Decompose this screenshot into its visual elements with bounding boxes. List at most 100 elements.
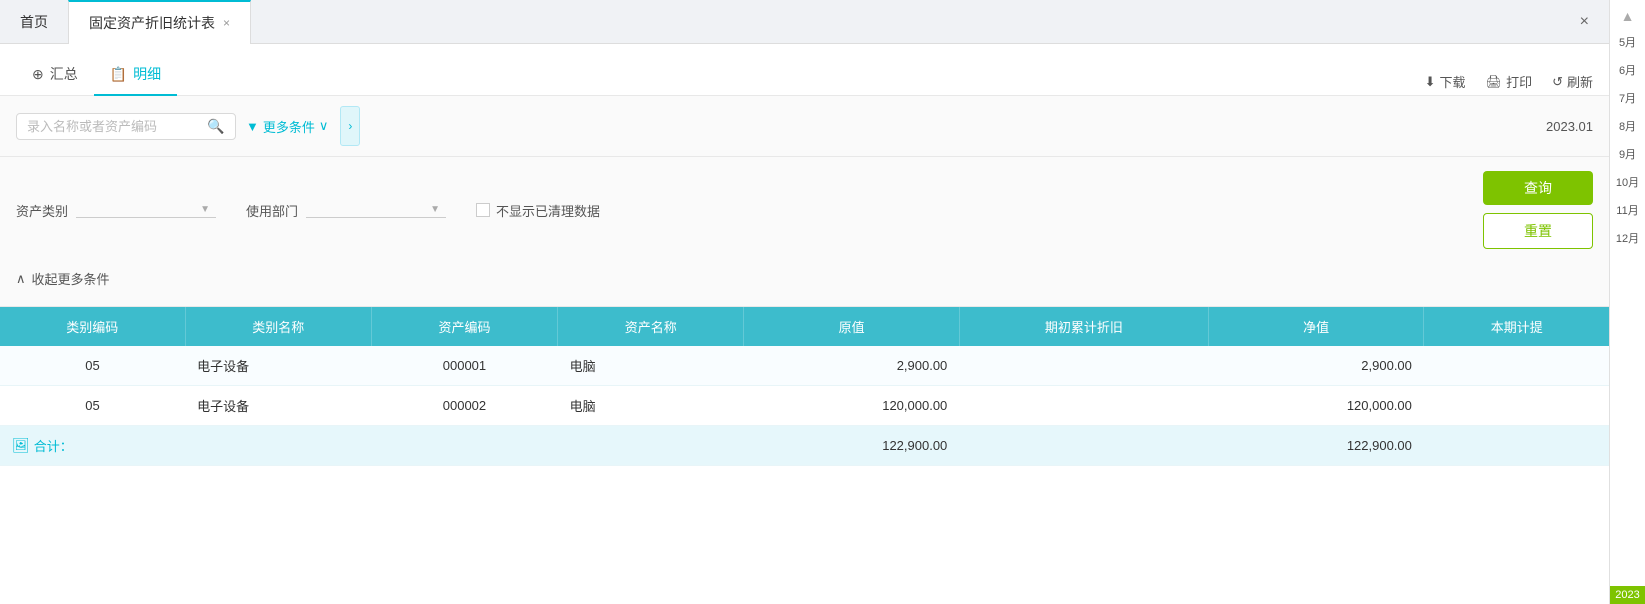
col-header-accum-depreciation: 期初累计折旧 — [959, 307, 1208, 346]
print-button[interactable]: 🖨 打印 — [1486, 72, 1533, 91]
advanced-filter: 资产类别 ▼ 使用部门 ▼ 不显示已清理数据 — [0, 157, 1609, 307]
content-card: ⊕ 汇总 📋 明细 ⬇ 下载 🖨 打印 ↺ 刷新 — [0, 44, 1609, 604]
total-row: 🖼 合计： 122,900.00 122,900.00 — [0, 426, 1609, 466]
tab-summary[interactable]: ⊕ 汇总 — [16, 54, 94, 96]
department-arrow: ▼ — [430, 204, 440, 215]
asset-category-arrow: ▼ — [200, 204, 210, 215]
table-wrap: 类别编码 类别名称 资产编码 资产名称 原值 期初累计折旧 净值 本期计提 05… — [0, 307, 1609, 604]
total-label-cell: 🖼 合计： — [0, 426, 371, 466]
sidebar-month-5[interactable]: 5月 — [1615, 28, 1640, 56]
col-header-category-name: 类别名称 — [185, 307, 371, 346]
cell-accum-dep-2 — [959, 386, 1208, 426]
total-icon: 🖼 — [12, 437, 30, 454]
search-input-wrap: 🔍 — [16, 113, 236, 140]
sidebar-month-11[interactable]: 11月 — [1612, 196, 1642, 224]
refresh-button[interactable]: ↺ 刷新 — [1552, 72, 1593, 91]
window-close-button[interactable]: × — [1580, 13, 1589, 31]
cell-accum-dep-1 — [959, 346, 1208, 386]
cell-current-prov-1 — [1424, 346, 1609, 386]
tab-detail-label: 明细 — [133, 64, 161, 84]
cell-original-value-2: 120,000.00 — [744, 386, 959, 426]
detail-icon: 📋 — [110, 66, 127, 83]
sidebar-nav-up[interactable]: ▲ — [1621, 8, 1635, 24]
hide-cleared-wrap: 不显示已清理数据 — [476, 201, 600, 220]
sidebar-month-10[interactable]: 10月 — [1612, 168, 1643, 196]
reset-button[interactable]: 重置 — [1483, 213, 1593, 249]
refresh-icon: ↺ — [1552, 74, 1563, 90]
sidebar-year-badge: 2023 — [1610, 586, 1645, 604]
asset-category-select[interactable]: ▼ — [76, 202, 216, 218]
asset-category-filter: 资产类别 ▼ — [16, 201, 216, 220]
sidebar-month-12[interactable]: 12月 — [1612, 224, 1643, 252]
chevron-down-icon: ∨ — [319, 118, 329, 134]
print-label: 打印 — [1506, 72, 1532, 91]
data-table: 类别编码 类别名称 资产编码 资产名称 原值 期初累计折旧 净值 本期计提 05… — [0, 307, 1609, 466]
total-current-prov — [1424, 426, 1609, 466]
total-net-value: 122,900.00 — [1208, 426, 1423, 466]
query-button[interactable]: 查询 — [1483, 171, 1593, 205]
expand-arrow-button[interactable]: › — [340, 106, 360, 146]
filter-bar: 🔍 ▼ 更多条件 ∨ › 2023.01 — [0, 96, 1609, 157]
collapse-label: 收起更多条件 — [32, 269, 110, 288]
tab-home[interactable]: 首页 — [0, 0, 68, 44]
summary-icon: ⊕ — [32, 66, 44, 83]
col-header-current-provision: 本期计提 — [1424, 307, 1609, 346]
tab-summary-label: 汇总 — [50, 64, 78, 84]
tab-active[interactable]: 固定资产折旧统计表 × — [68, 0, 251, 44]
print-icon: 🖨 — [1486, 74, 1503, 90]
total-label-text: 合计： — [34, 436, 73, 455]
sidebar-month-9[interactable]: 9月 — [1615, 140, 1640, 168]
collapse-up-icon: ∧ — [16, 271, 26, 287]
cell-category-name-1: 电子设备 — [185, 346, 371, 386]
hide-cleared-label: 不显示已清理数据 — [496, 201, 600, 220]
search-input[interactable] — [27, 119, 203, 134]
cell-asset-name-1: 电脑 — [558, 346, 744, 386]
department-select[interactable]: ▼ — [306, 202, 446, 218]
col-header-category-code: 类别编码 — [0, 307, 185, 346]
more-conditions-button[interactable]: ▼ 更多条件 ∨ — [246, 117, 328, 136]
date-badge: 2023.01 — [1546, 119, 1593, 134]
toolbar-actions: ⬇ 下载 🖨 打印 ↺ 刷新 — [1425, 72, 1593, 95]
cell-category-code-2: 05 — [0, 386, 185, 426]
department-filter: 使用部门 ▼ — [246, 201, 446, 220]
tab-close-icon[interactable]: × — [223, 16, 230, 30]
asset-category-label: 资产类别 — [16, 201, 68, 220]
cell-asset-name-2: 电脑 — [558, 386, 744, 426]
sidebar-month-8[interactable]: 8月 — [1615, 112, 1640, 140]
cell-net-value-1: 2,900.00 — [1208, 346, 1423, 386]
cell-asset-code-2: 000002 — [371, 386, 557, 426]
cell-category-code-1: 05 — [0, 346, 185, 386]
download-icon: ⬇ — [1425, 74, 1436, 90]
cell-asset-code-1: 000001 — [371, 346, 557, 386]
more-conditions-label: 更多条件 — [263, 117, 315, 136]
cell-current-prov-2 — [1424, 386, 1609, 426]
tab-detail[interactable]: 📋 明细 — [94, 54, 177, 96]
col-header-asset-code: 资产编码 — [371, 307, 557, 346]
col-header-original-value: 原值 — [744, 307, 959, 346]
filter-row: 资产类别 ▼ 使用部门 ▼ 不显示已清理数据 — [16, 171, 1593, 249]
search-icon: 🔍 — [207, 118, 224, 135]
total-asset-name — [558, 426, 744, 466]
cell-net-value-2: 120,000.00 — [1208, 386, 1423, 426]
collapse-bar[interactable]: ∧ 收起更多条件 — [16, 261, 110, 292]
sidebar-month-6[interactable]: 6月 — [1615, 56, 1640, 84]
table-row: 05 电子设备 000001 电脑 2,900.00 2,900.00 — [0, 346, 1609, 386]
download-label: 下载 — [1440, 72, 1466, 91]
col-header-asset-name: 资产名称 — [558, 307, 744, 346]
tab-bar: 首页 固定资产折旧统计表 × × — [0, 0, 1609, 44]
hide-cleared-checkbox[interactable] — [476, 203, 490, 217]
cell-category-name-2: 电子设备 — [185, 386, 371, 426]
download-button[interactable]: ⬇ 下载 — [1425, 72, 1466, 91]
filter-icon: ▼ — [246, 119, 259, 134]
refresh-label: 刷新 — [1567, 72, 1593, 91]
sub-tab-bar: ⊕ 汇总 📋 明细 ⬇ 下载 🖨 打印 ↺ 刷新 — [0, 44, 1609, 96]
tab-active-label: 固定资产折旧统计表 — [89, 13, 215, 33]
cell-original-value-1: 2,900.00 — [744, 346, 959, 386]
total-asset-code — [371, 426, 557, 466]
tab-home-label: 首页 — [20, 12, 48, 32]
right-sidebar: ▲ 5月 6月 7月 8月 9月 10月 11月 12月 2023 — [1609, 0, 1645, 604]
sidebar-month-7[interactable]: 7月 — [1615, 84, 1640, 112]
department-label: 使用部门 — [246, 201, 298, 220]
col-header-net-value: 净值 — [1208, 307, 1423, 346]
table-row: 05 电子设备 000002 电脑 120,000.00 120,000.00 — [0, 386, 1609, 426]
